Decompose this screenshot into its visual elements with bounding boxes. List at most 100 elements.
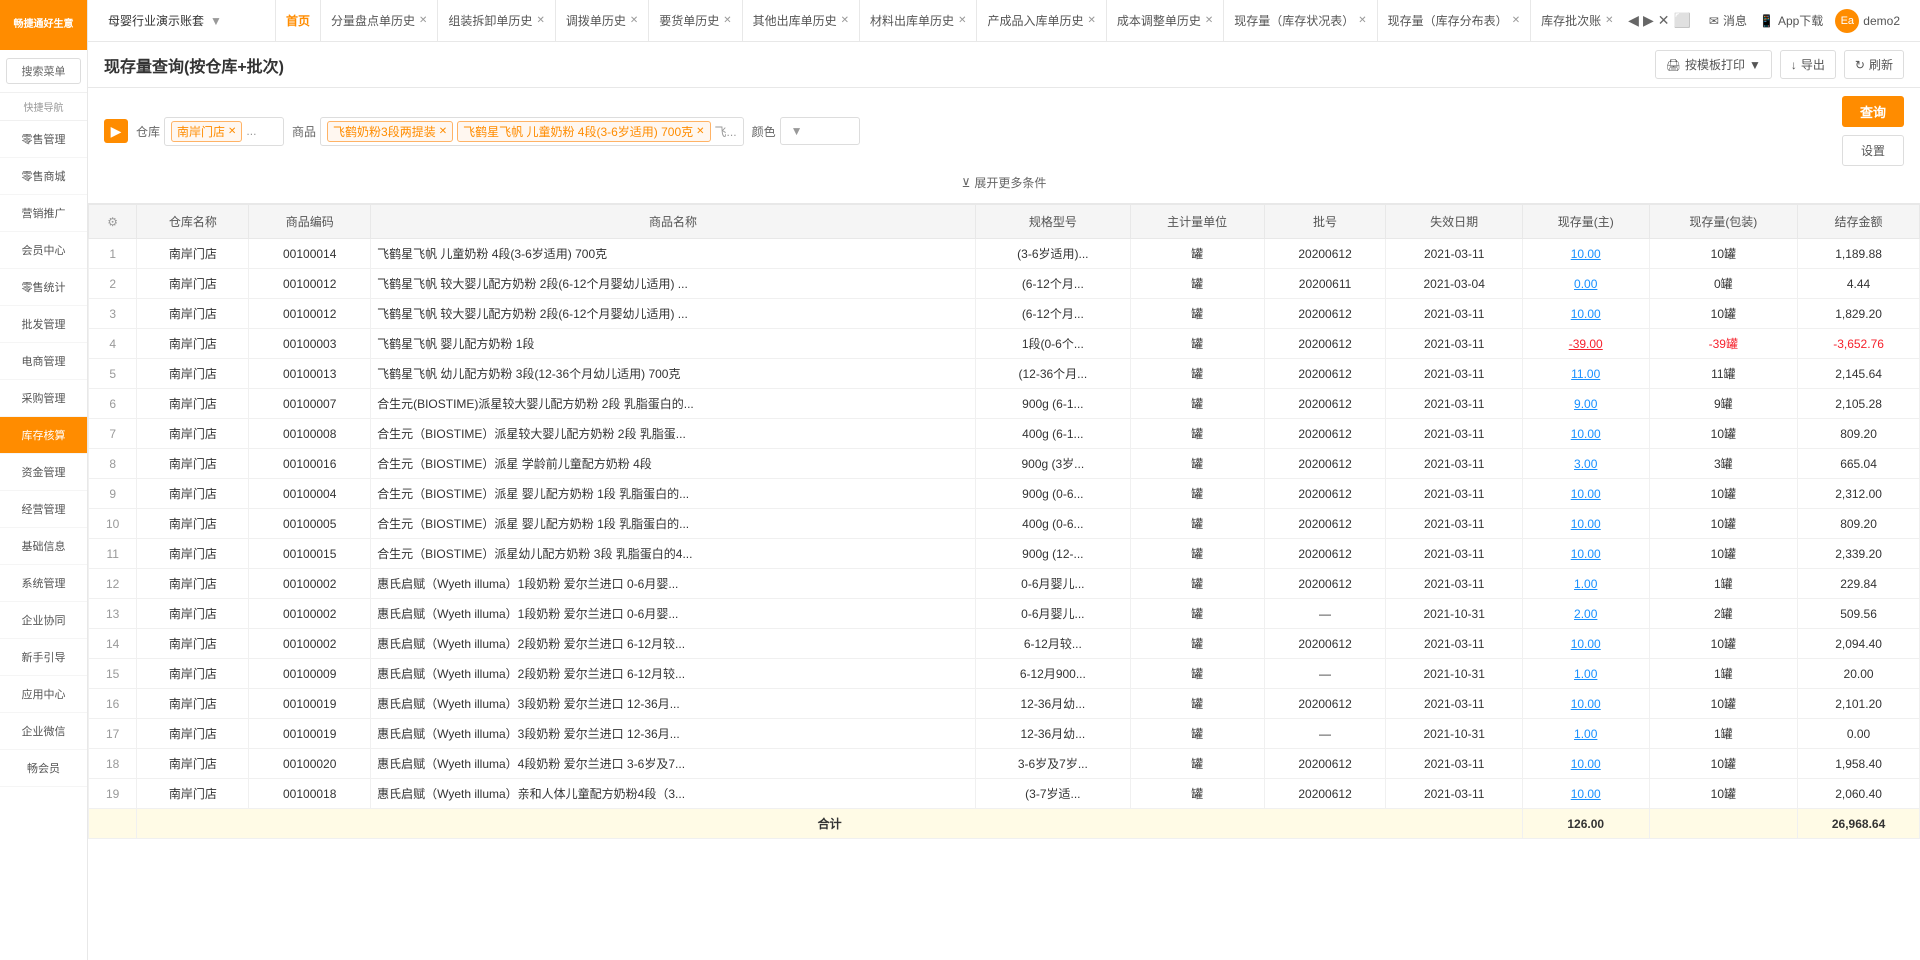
sidebar-item-operation[interactable]: 经营管理 (0, 491, 87, 528)
row-qty-main[interactable]: 10.00 (1522, 629, 1649, 659)
row-qty-main[interactable]: 10.00 (1522, 509, 1649, 539)
tab-stock-dist[interactable]: 现存量（库存分布表）✕ (1378, 0, 1531, 41)
color-tag-container[interactable]: ▼ (780, 117, 860, 145)
row-warehouse: 南岸门店 (137, 419, 249, 449)
product-tag-1-remove[interactable]: ✕ (439, 126, 447, 137)
product-more[interactable]: 飞... (715, 123, 737, 140)
row-qty-main[interactable]: 10.00 (1522, 749, 1649, 779)
refresh-button[interactable]: ↻ 刷新 (1844, 50, 1904, 79)
row-qty-main[interactable]: 11.00 (1522, 359, 1649, 389)
row-qty-main[interactable]: -39.00 (1522, 329, 1649, 359)
warehouse-more[interactable]: ... (246, 124, 256, 138)
message-button[interactable]: ✉ 消息 (1709, 12, 1747, 29)
warehouse-tag-container[interactable]: 南岸门店 ✕ ... (164, 117, 284, 146)
sidebar-item-retail-store[interactable]: 零售商城 (0, 158, 87, 195)
row-qty-main[interactable]: 1.00 (1522, 659, 1649, 689)
tab-disassemble-history[interactable]: 组装拆卸单历史✕ (438, 0, 555, 41)
warehouse-tag-remove[interactable]: ✕ (228, 126, 236, 137)
quicknav-label[interactable]: 快捷导航 (0, 93, 87, 121)
row-expire: 2021-03-11 (1386, 569, 1522, 599)
search-menu-button[interactable]: 搜索菜单 (6, 58, 81, 84)
sidebar-item-inventory[interactable]: 库存核算 (0, 417, 87, 454)
sidebar-logo: 畅捷通好生意 (0, 0, 87, 50)
tab-split-check-history[interactable]: 分量盘点单历史✕ (321, 0, 438, 41)
tab-home[interactable]: 首页 (276, 0, 321, 41)
row-qty-main[interactable]: 2.00 (1522, 599, 1649, 629)
product-tag-2-remove[interactable]: ✕ (696, 126, 704, 137)
print-button[interactable]: 🖨 按模板打印 ▼ (1655, 50, 1772, 79)
row-qty-main[interactable]: 10.00 (1522, 239, 1649, 269)
row-name: 飞鹤星飞帆 较大婴儿配方奶粉 2段(6-12个月婴幼儿适用) ... (371, 299, 976, 329)
row-qty-main[interactable]: 1.00 (1522, 719, 1649, 749)
tab-close-require-history[interactable]: ✕ (723, 15, 731, 26)
tab-close-disassemble-history[interactable]: ✕ (536, 15, 544, 26)
sidebar-item-marketing[interactable]: 营销推广 (0, 195, 87, 232)
warehouse-tag-1[interactable]: 南岸门店 ✕ (171, 121, 242, 142)
row-qty-main[interactable]: 10.00 (1522, 299, 1649, 329)
row-qty-main[interactable]: 3.00 (1522, 449, 1649, 479)
row-qty-main[interactable]: 9.00 (1522, 389, 1649, 419)
filter-settings-button[interactable]: 设置 (1842, 135, 1904, 166)
settings-col-icon[interactable]: ⚙ (107, 215, 118, 229)
tab-other-out-history[interactable]: 其他出库单历史✕ (743, 0, 860, 41)
app-download-button[interactable]: 📱 App下载 (1759, 12, 1823, 29)
row-name: 飞鹤星飞帆 幼儿配方奶粉 3段(12-36个月幼儿适用) 700克 (371, 359, 976, 389)
sidebar-item-appCenter[interactable]: 应用中心 (0, 676, 87, 713)
row-no: 11 (89, 539, 137, 569)
tab-close-stock-status[interactable]: ✕ (1358, 15, 1366, 26)
tab-stock-status[interactable]: 现存量（库存状况表）✕ (1224, 0, 1377, 41)
tab-close-batch-ledger[interactable]: ✕ (1605, 15, 1613, 26)
tab-close-material-out-history[interactable]: ✕ (958, 15, 966, 26)
tab-product-in-history[interactable]: 产成品入库单历史✕ (977, 0, 1106, 41)
sidebar-item-retail-stat[interactable]: 零售统计 (0, 269, 87, 306)
product-tag-1[interactable]: 飞鹤奶粉3段两提装 ✕ (327, 121, 453, 142)
tab-close-product-in-history[interactable]: ✕ (1087, 15, 1095, 26)
row-qty-main[interactable]: 10.00 (1522, 539, 1649, 569)
tab-prev-icon[interactable]: ◀ (1628, 12, 1639, 29)
search-button[interactable]: 查询 (1842, 96, 1904, 127)
sidebar-item-basic[interactable]: 基础信息 (0, 528, 87, 565)
sidebar-item-purchase[interactable]: 采购管理 (0, 380, 87, 417)
sidebar-item-guide[interactable]: 新手引导 (0, 639, 87, 676)
sidebar-item-member2[interactable]: 畅会员 (0, 750, 87, 787)
row-qty-main[interactable]: 0.00 (1522, 269, 1649, 299)
sidebar-item-system[interactable]: 系统管理 (0, 565, 87, 602)
account-dropdown[interactable]: 母婴行业演示账套 ▼ (96, 0, 276, 41)
tab-close-stock-dist[interactable]: ✕ (1512, 15, 1520, 26)
row-qty-main[interactable]: 10.00 (1522, 779, 1649, 809)
row-expire: 2021-03-04 (1386, 269, 1522, 299)
row-qty-main[interactable]: 1.00 (1522, 569, 1649, 599)
row-qty-main[interactable]: 10.00 (1522, 689, 1649, 719)
sidebar-item-corpWechat[interactable]: 企业微信 (0, 713, 87, 750)
filter-expand-button[interactable]: ▶ (104, 119, 128, 143)
tab-close-other-out-history[interactable]: ✕ (841, 15, 849, 26)
tab-close-cost-adjust-history[interactable]: ✕ (1205, 15, 1213, 26)
tab-require-history[interactable]: 要货单历史✕ (649, 0, 742, 41)
tab-next-icon[interactable]: ▶ (1643, 12, 1654, 29)
sidebar-item-corp[interactable]: 企业协同 (0, 602, 87, 639)
tab-close-mix-history[interactable]: ✕ (630, 15, 638, 26)
sidebar-item-wholesale[interactable]: 批发管理 (0, 306, 87, 343)
product-tag-container[interactable]: 飞鹤奶粉3段两提装 ✕ 飞鹤星飞帆 儿童奶粉 4段(3-6岁适用) 700克 ✕… (320, 117, 744, 146)
row-qty-pkg: 9罐 (1649, 389, 1798, 419)
expand-more-conditions[interactable]: ⊻ 展开更多条件 (104, 170, 1904, 195)
tab-batch-ledger[interactable]: 库存批次账✕ (1531, 0, 1622, 41)
row-warehouse: 南岸门店 (137, 389, 249, 419)
tab-close-icon[interactable]: ✕ (1658, 12, 1670, 29)
tab-cost-adjust-history[interactable]: 成本调整单历史✕ (1107, 0, 1224, 41)
sidebar-item-finance[interactable]: 资金管理 (0, 454, 87, 491)
export-button[interactable]: ↓ 导出 (1780, 50, 1836, 79)
row-no: 6 (89, 389, 137, 419)
tab-maximize-icon[interactable]: ⬜ (1673, 12, 1690, 29)
sidebar-item-retail[interactable]: 零售管理 (0, 121, 87, 158)
row-qty-main[interactable]: 10.00 (1522, 479, 1649, 509)
tab-close-split-check-history[interactable]: ✕ (419, 15, 427, 26)
tab-material-out-history[interactable]: 材料出库单历史✕ (860, 0, 977, 41)
user-avatar[interactable]: Ea demo2 (1835, 9, 1900, 33)
tab-mix-history[interactable]: 调拨单历史✕ (556, 0, 649, 41)
sidebar-item-member[interactable]: 会员中心 (0, 232, 87, 269)
row-code: 00100004 (249, 479, 371, 509)
product-tag-2[interactable]: 飞鹤星飞帆 儿童奶粉 4段(3-6岁适用) 700克 ✕ (457, 121, 710, 142)
row-qty-main[interactable]: 10.00 (1522, 419, 1649, 449)
sidebar-item-ecommerce[interactable]: 电商管理 (0, 343, 87, 380)
